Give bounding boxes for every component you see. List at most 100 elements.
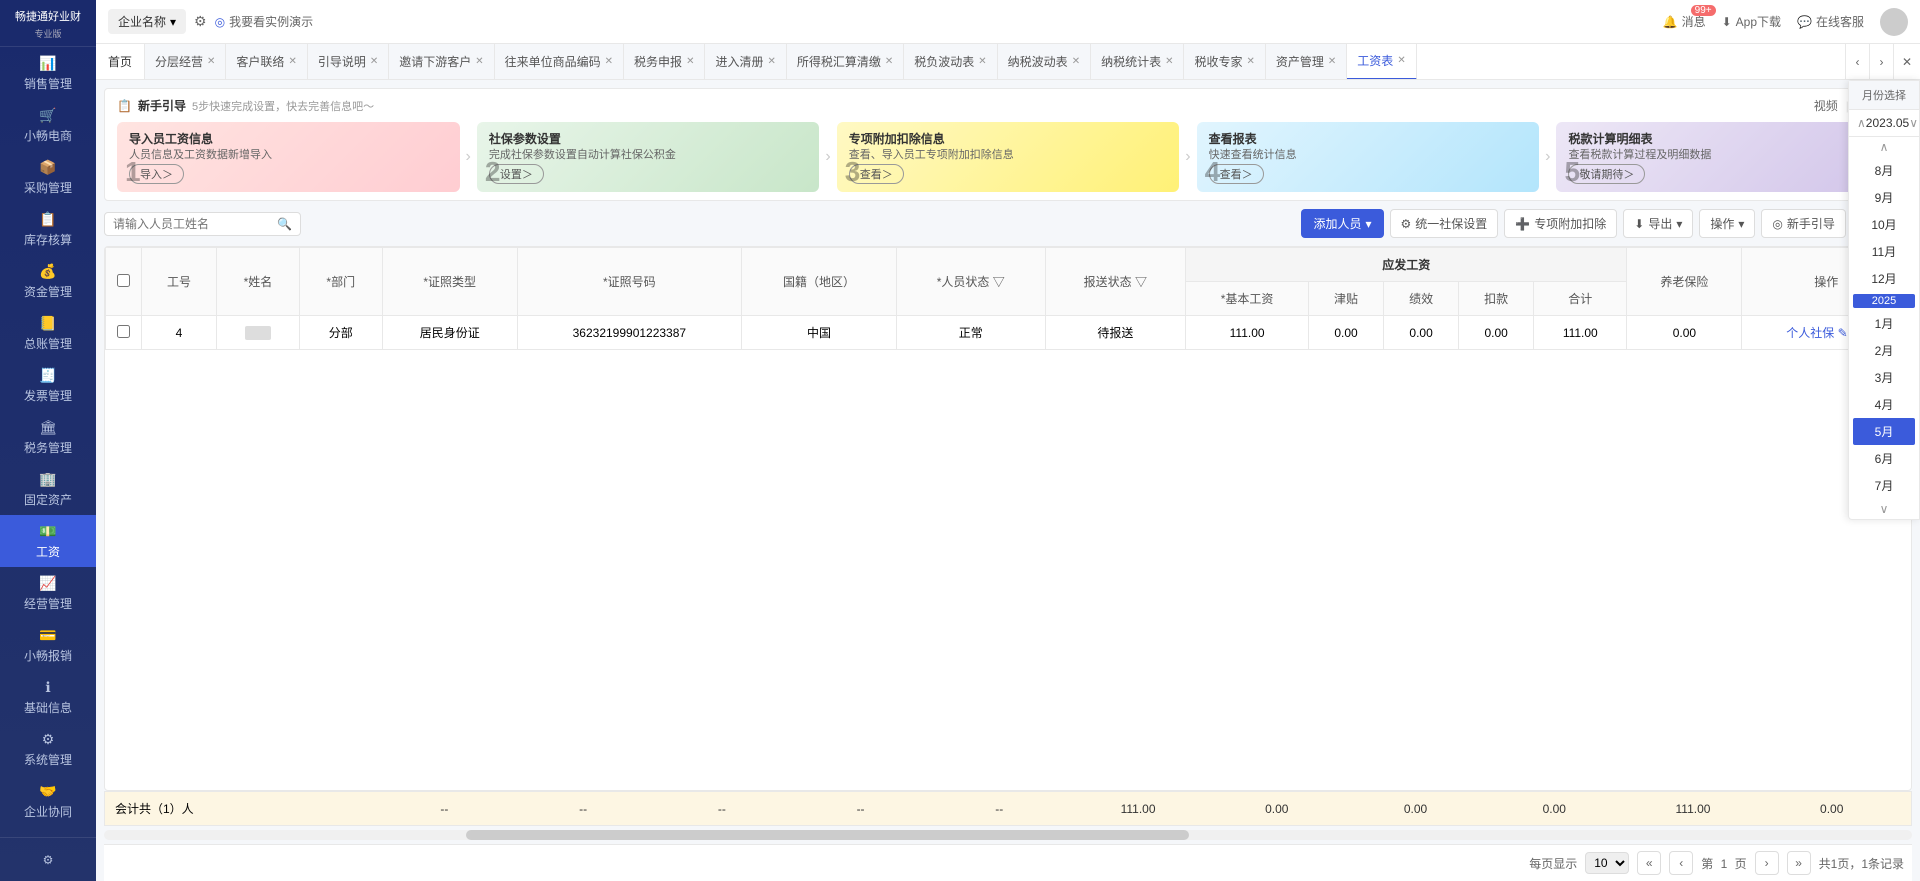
month-scroll-down-btn[interactable]: ∨ — [1849, 499, 1919, 519]
tab-close-btn[interactable]: ✕ — [1165, 56, 1173, 67]
search-icon[interactable]: 🔍 — [277, 217, 292, 231]
month-item-2月[interactable]: 2月 — [1849, 337, 1919, 364]
sidebar-item-总账管理[interactable]: 📒 总账管理 — [0, 307, 96, 359]
year-prev-btn[interactable]: ∧ — [1857, 116, 1866, 130]
tab-close-btn[interactable]: ✕ — [288, 56, 296, 67]
sidebar-item-采购管理[interactable]: 📦 采购管理 — [0, 151, 96, 203]
close-all-tabs-btn[interactable]: ✕ — [1893, 44, 1920, 80]
sidebar-item-经营管理[interactable]: 📈 经营管理 — [0, 567, 96, 619]
tab-税收专家[interactable]: 税收专家✕ — [1184, 44, 1265, 80]
filter-icon[interactable]: ▽ — [993, 275, 1005, 289]
tab-客户联络[interactable]: 客户联络✕ — [226, 44, 307, 80]
sidebar-item-系统管理[interactable]: ⚙ 系统管理 — [0, 723, 96, 775]
page-size-select[interactable]: 10 20 50 — [1585, 852, 1629, 874]
tab-close-btn[interactable]: ✕ — [1072, 56, 1080, 67]
month-item-11月[interactable]: 11月 — [1849, 238, 1919, 265]
company-selector[interactable]: 企业名称 ▾ — [108, 9, 186, 34]
month-item-4月[interactable]: 4月 — [1849, 391, 1919, 418]
horizontal-scrollbar[interactable] — [104, 830, 1912, 840]
gear-icon[interactable]: ⚙ — [194, 13, 207, 30]
unified-settings-btn[interactable]: ⚙ 统一社保设置 — [1390, 209, 1499, 238]
export-btn[interactable]: ⬇ 导出 ▾ — [1623, 209, 1693, 238]
operation-btn[interactable]: 操作 ▾ — [1699, 209, 1755, 238]
row-checkbox-cell[interactable] — [106, 316, 142, 350]
tab-close-btn[interactable]: ✕ — [605, 56, 613, 67]
tab-close-btn[interactable]: ✕ — [1328, 56, 1336, 67]
filter-icon2[interactable]: ▽ — [1135, 275, 1147, 289]
next-page-btn[interactable]: › — [1755, 851, 1779, 875]
tab-prev-btn[interactable]: ‹ — [1845, 44, 1869, 80]
month-item-10月[interactable]: 10月 — [1849, 211, 1919, 238]
add-person-btn[interactable]: 添加人员 ▾ — [1301, 209, 1383, 238]
month-item-1月[interactable]: 1月 — [1849, 310, 1919, 337]
tab-close-btn[interactable]: ✕ — [978, 56, 986, 67]
sidebar-item-企业协同[interactable]: 🤝 企业协同 — [0, 775, 96, 827]
extra-deduction-btn[interactable]: ➕ 专项附加扣除 — [1504, 209, 1617, 238]
tab-进入清册[interactable]: 进入清册✕ — [705, 44, 786, 80]
tab-close-btn[interactable]: ✕ — [1397, 55, 1405, 66]
sidebar-item-库存核算[interactable]: 📋 库存核算 — [0, 203, 96, 255]
tab-next-btn[interactable]: › — [1869, 44, 1893, 80]
step-title-4: 查看报表 — [1209, 130, 1528, 147]
month-scroll-up-btn[interactable]: ∧ — [1849, 137, 1919, 157]
new-user-guide-btn[interactable]: ◎ 新手引导 — [1761, 209, 1846, 238]
first-page-btn[interactable]: « — [1637, 851, 1661, 875]
tab-close-btn[interactable]: ✕ — [885, 56, 893, 67]
edit-icon[interactable]: ✎ — [1838, 326, 1848, 340]
tab-引导说明[interactable]: 引导说明✕ — [308, 44, 389, 80]
tab-close-btn[interactable]: ✕ — [370, 56, 378, 67]
sidebar-item-资金管理[interactable]: 💰 资金管理 — [0, 255, 96, 307]
tab-纳税统计表[interactable]: 纳税统计表✕ — [1091, 44, 1184, 80]
sidebar-item-发票管理[interactable]: 🧾 发票管理 — [0, 359, 96, 411]
tab-资产管理[interactable]: 资产管理✕ — [1266, 44, 1347, 80]
month-item-5月[interactable]: 5月 — [1853, 418, 1915, 445]
last-page-btn[interactable]: » — [1787, 851, 1811, 875]
cell-id: 4 — [142, 316, 217, 350]
tab-所得税汇算清缴[interactable]: 所得税汇算清缴✕ — [787, 44, 904, 80]
scroll-thumb[interactable] — [466, 830, 1189, 840]
search-input[interactable] — [113, 217, 273, 231]
month-item-8月[interactable]: 8月 — [1849, 157, 1919, 184]
month-item-7月[interactable]: 7月 — [1849, 472, 1919, 499]
tab-close-btn[interactable]: ✕ — [1247, 56, 1255, 67]
sidebar-item-基础信息[interactable]: ℹ 基础信息 — [0, 671, 96, 723]
sidebar-item-税务管理[interactable]: 🏛 税务管理 — [0, 411, 96, 463]
prev-page-btn[interactable]: ‹ — [1669, 851, 1693, 875]
deduction-icon: ➕ — [1515, 217, 1530, 231]
checkbox-header[interactable] — [106, 248, 142, 316]
month-item-3月[interactable]: 3月 — [1849, 364, 1919, 391]
year-next-btn[interactable]: ∨ — [1909, 116, 1918, 130]
select-all-checkbox[interactable] — [117, 274, 130, 287]
tab-close-btn[interactable]: ✕ — [475, 56, 483, 67]
month-item-9月[interactable]: 9月 — [1849, 184, 1919, 211]
tab-close-btn[interactable]: ✕ — [767, 56, 775, 67]
sidebar-item-销售管理[interactable]: 📊 销售管理 — [0, 47, 96, 99]
tab-往来单位商品编码[interactable]: 往来单位商品编码✕ — [495, 44, 624, 80]
tab-工资表[interactable]: 工资表✕ — [1347, 44, 1416, 80]
sidebar-item-小畅电商[interactable]: 🛒 小畅电商 — [0, 99, 96, 151]
tab-分层经营[interactable]: 分层经营✕ — [145, 44, 226, 80]
month-item-6月[interactable]: 6月 — [1849, 445, 1919, 472]
sidebar-item-固定资产[interactable]: 🏢 固定资产 — [0, 463, 96, 515]
tab-home[interactable]: 首页 — [96, 44, 145, 80]
sidebar-item-小畅报销[interactable]: 💳 小畅报销 — [0, 619, 96, 671]
online-service-btn[interactable]: 💬 在线客服 — [1797, 13, 1864, 30]
row-checkbox[interactable] — [117, 325, 130, 338]
demo-btn[interactable]: ◎ 我要看实例演示 — [215, 13, 314, 30]
tab-邀请下游客户[interactable]: 邀请下游客户✕ — [389, 44, 494, 80]
tab-纳税波动表[interactable]: 纳税波动表✕ — [998, 44, 1091, 80]
guide-video-btn[interactable]: 视频 — [1814, 97, 1838, 114]
sidebar-item-工资[interactable]: 💵 工资 — [0, 515, 96, 567]
step-title-5: 税款计算明细表 — [1568, 130, 1887, 147]
sidebar-item-新手引导[interactable]: 📖 新手引导 — [0, 827, 96, 837]
tab-税负波动表[interactable]: 税负波动表✕ — [904, 44, 997, 80]
avatar[interactable] — [1880, 8, 1908, 36]
tab-税务申报[interactable]: 税务申报✕ — [624, 44, 705, 80]
message-btn[interactable]: 🔔 消息 99+ — [1663, 13, 1706, 30]
month-item-12月[interactable]: 12月 — [1849, 265, 1919, 292]
app-download-btn[interactable]: ⬇ App下载 — [1722, 13, 1781, 30]
tab-close-btn[interactable]: ✕ — [686, 56, 694, 67]
cell-cert-num: 36232199901223387 — [517, 316, 741, 350]
tab-close-btn[interactable]: ✕ — [207, 56, 215, 67]
sidebar-settings[interactable]: ⚙ — [0, 837, 96, 881]
